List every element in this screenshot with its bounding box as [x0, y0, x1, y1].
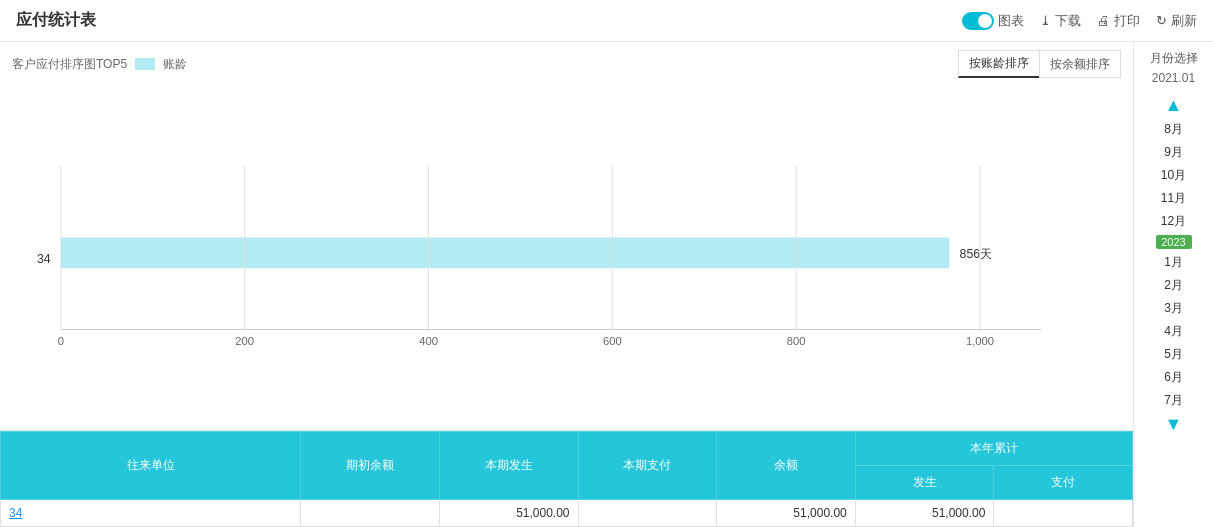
download-button[interactable]: ⤓ 下载: [1040, 12, 1081, 30]
refresh-button[interactable]: ↻ 刷新: [1156, 12, 1197, 30]
chart-y-label: 34: [37, 252, 51, 266]
sidebar-year-label: 2021.01: [1152, 71, 1195, 85]
sidebar-month-10[interactable]: 10月: [1134, 164, 1213, 187]
chart-area: 34 856天 0 200 400 600 800 1,000: [0, 86, 1133, 430]
chart-section: 客户应付排序图TOP5 账龄 按账龄排序 按余额排序 34: [0, 42, 1133, 430]
legend-box-icon: [135, 58, 155, 70]
page-title: 应付统计表: [16, 10, 96, 31]
sidebar-month-5[interactable]: 5月: [1134, 343, 1213, 366]
col-header-current-pay: 本期支付: [578, 432, 717, 500]
sidebar-up-arrow[interactable]: ▲: [1165, 95, 1183, 116]
download-label: 下载: [1055, 12, 1081, 30]
x-tick-1000: 1,000: [966, 335, 994, 347]
data-table: 往来单位 期初余额 本期发生 本期支付 余额 本年累计 发生 支付: [0, 431, 1133, 527]
sidebar-month-4[interactable]: 4月: [1134, 320, 1213, 343]
cell-unit[interactable]: 34: [1, 500, 301, 527]
col-header-current-occur: 本期发生: [439, 432, 578, 500]
sort-buttons: 按账龄排序 按余额排序: [958, 50, 1121, 78]
col-header-ytd-occur: 发生: [855, 466, 994, 500]
sidebar-year-tag: 2023: [1156, 235, 1192, 249]
col-header-ytd-pay: 支付: [994, 466, 1133, 500]
x-tick-400: 400: [419, 335, 438, 347]
table-row: 34 51,000.00 51,000.00 51,000.00: [1, 500, 1133, 527]
table-header-row-1: 往来单位 期初余额 本期发生 本期支付 余额 本年累计: [1, 432, 1133, 466]
x-tick-0: 0: [58, 335, 64, 347]
sidebar-month-8[interactable]: 8月: [1134, 118, 1213, 141]
sort-by-balance-button[interactable]: 按账龄排序: [958, 50, 1039, 78]
toggle-knob: [978, 14, 992, 28]
sidebar: 月份选择 2021.01 ▲ 8月 9月 10月 11月 12月 2023 1月…: [1133, 42, 1213, 527]
sidebar-title: 月份选择: [1150, 50, 1198, 67]
sidebar-down-arrow[interactable]: ▼: [1165, 414, 1183, 435]
chart-bar-label: 856天: [960, 247, 992, 261]
header-actions: 图表 ⤓ 下载 🖨 打印 ↻ 刷新: [962, 12, 1197, 30]
cell-opening: [301, 500, 440, 527]
refresh-icon: ↻: [1156, 13, 1167, 28]
col-header-opening: 期初余额: [301, 432, 440, 500]
chart-bar: [61, 238, 950, 269]
sidebar-month-7[interactable]: 7月: [1134, 389, 1213, 412]
toggle-switch-icon[interactable]: [962, 12, 994, 30]
cell-balance: 51,000.00: [717, 500, 856, 527]
sidebar-month-9[interactable]: 9月: [1134, 141, 1213, 164]
x-tick-800: 800: [787, 335, 806, 347]
x-tick-600: 600: [603, 335, 622, 347]
sort-by-amount-button[interactable]: 按余额排序: [1039, 50, 1121, 78]
cell-current-pay: [578, 500, 717, 527]
sidebar-month-6[interactable]: 6月: [1134, 366, 1213, 389]
sidebar-month-1[interactable]: 1月: [1134, 251, 1213, 274]
print-button[interactable]: 🖨 打印: [1097, 12, 1140, 30]
sidebar-month-3[interactable]: 3月: [1134, 297, 1213, 320]
col-header-balance: 余额: [717, 432, 856, 500]
app-header: 应付统计表 图表 ⤓ 下载 🖨 打印 ↻ 刷新: [0, 0, 1213, 42]
col-header-unit: 往来单位: [1, 432, 301, 500]
table-wrapper: 往来单位 期初余额 本期发生 本期支付 余额 本年累计 发生 支付: [0, 431, 1133, 527]
cell-ytd-occur: 51,000.00: [855, 500, 994, 527]
sidebar-month-12[interactable]: 12月: [1134, 210, 1213, 233]
col-header-ytd: 本年累计: [855, 432, 1132, 466]
print-icon: 🖨: [1097, 13, 1110, 28]
unit-link[interactable]: 34: [9, 506, 22, 520]
cell-current-occur: 51,000.00: [439, 500, 578, 527]
chart-svg: 34 856天 0 200 400 600 800 1,000: [20, 96, 1123, 420]
print-label: 打印: [1114, 12, 1140, 30]
chart-toolbar: 客户应付排序图TOP5 账龄 按账龄排序 按余额排序: [0, 42, 1133, 86]
chart-label: 图表: [998, 12, 1024, 30]
main-area: 客户应付排序图TOP5 账龄 按账龄排序 按余额排序 34: [0, 42, 1213, 527]
table-section: 往来单位 期初余额 本期发生 本期支付 余额 本年累计 发生 支付: [0, 430, 1133, 527]
x-tick-200: 200: [235, 335, 254, 347]
chart-toggle[interactable]: 图表: [962, 12, 1024, 30]
chart-legend: 客户应付排序图TOP5 账龄: [12, 56, 187, 73]
sidebar-month-11[interactable]: 11月: [1134, 187, 1213, 210]
download-icon: ⤓: [1040, 13, 1051, 28]
refresh-label: 刷新: [1171, 12, 1197, 30]
legend-label: 账龄: [163, 56, 187, 73]
sidebar-month-2[interactable]: 2月: [1134, 274, 1213, 297]
top5-label: 客户应付排序图TOP5: [12, 56, 127, 73]
cell-ytd-pay: [994, 500, 1133, 527]
